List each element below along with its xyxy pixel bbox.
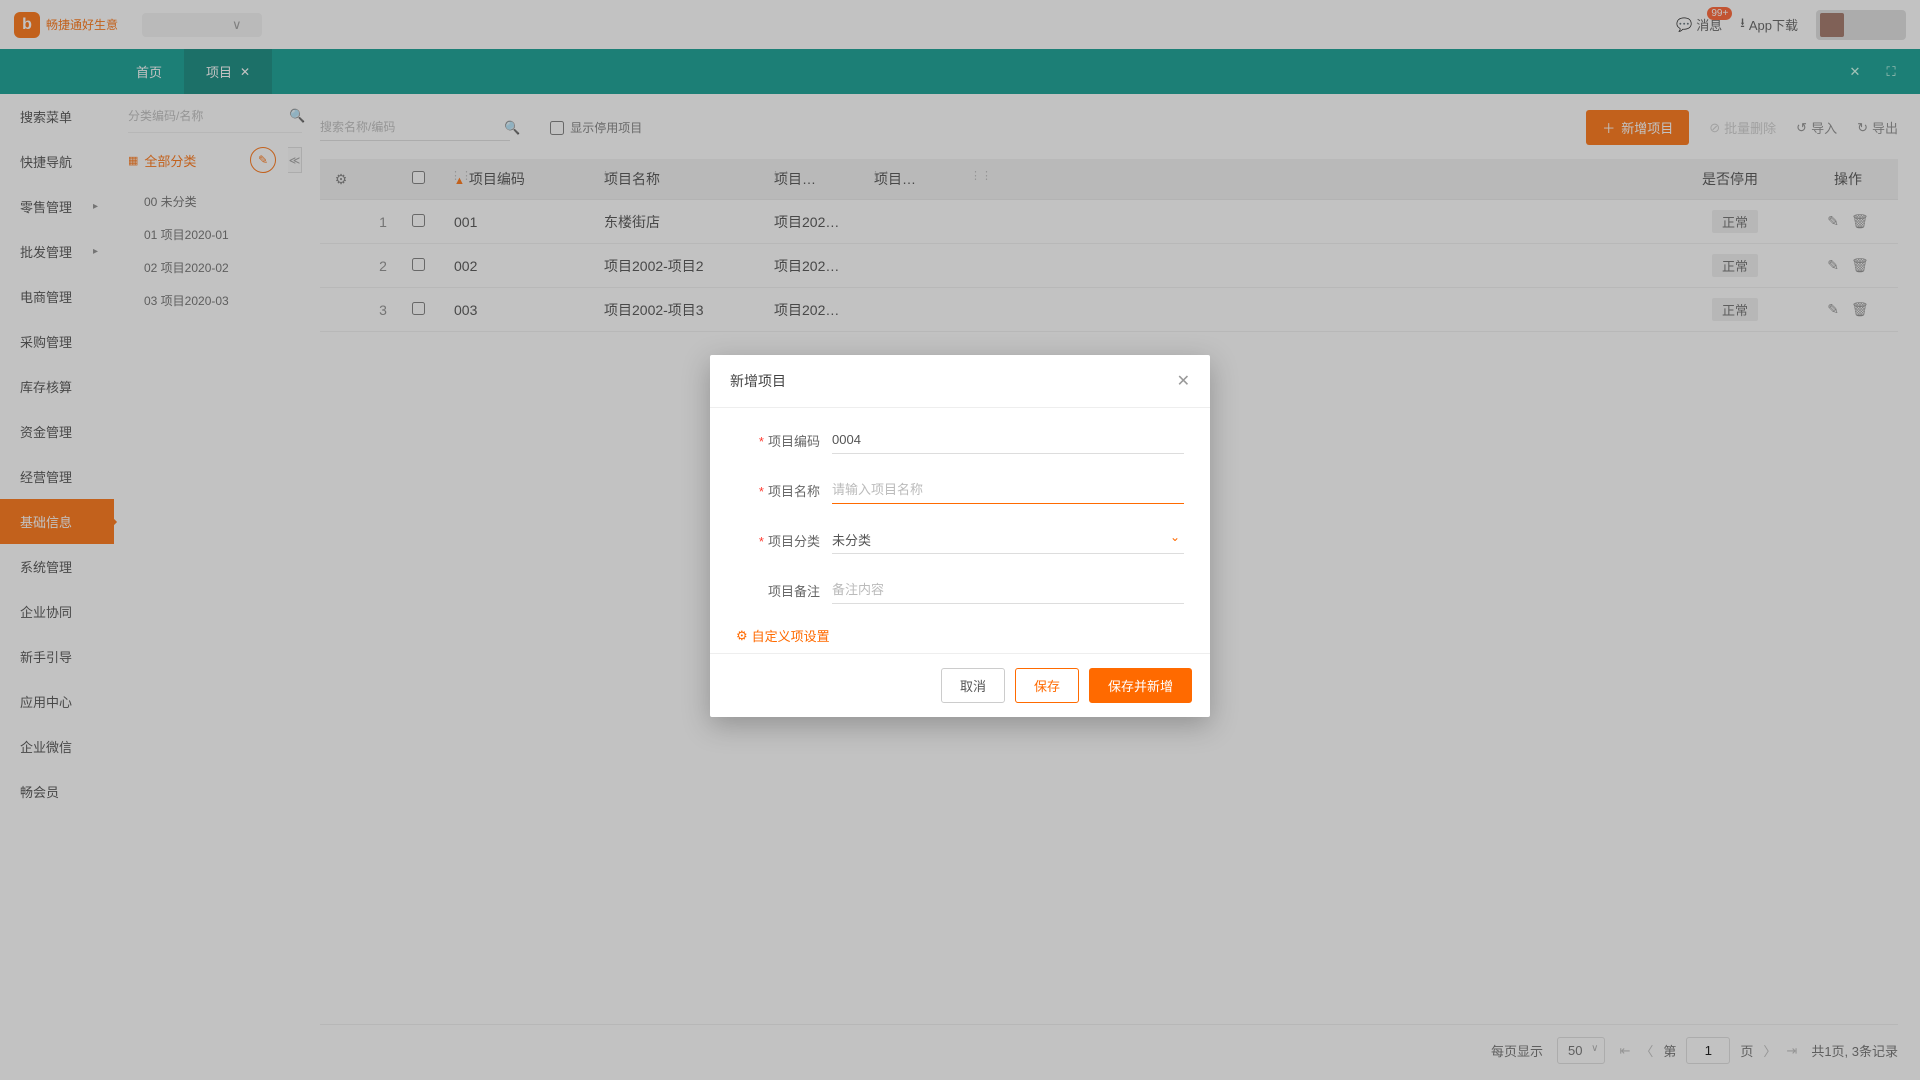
gear-icon: ⚙ [736,628,748,644]
field-code-input[interactable] [832,426,1184,454]
modal-overlay: 新增项目 ✕ *项目编码 *项目名称 *项目分类 ⌄ [0,0,1920,1080]
field-category-label: 项目分类 [768,534,820,549]
field-name-input[interactable] [832,476,1184,504]
field-code-label: 项目编码 [768,434,820,449]
chevron-down-icon: ⌄ [1170,530,1180,544]
custom-fields-link[interactable]: ⚙ 自定义项设置 [736,626,1184,645]
modal-close-button[interactable]: ✕ [1177,371,1190,391]
field-name-label: 项目名称 [768,484,820,499]
field-category-select[interactable] [832,526,1184,554]
save-and-add-button[interactable]: 保存并新增 [1089,668,1192,703]
cancel-button[interactable]: 取消 [941,668,1005,703]
modal-title: 新增项目 [730,371,786,391]
field-remark-input[interactable] [832,576,1184,604]
save-button[interactable]: 保存 [1015,668,1079,703]
field-remark-label: 项目备注 [768,584,820,599]
add-project-modal: 新增项目 ✕ *项目编码 *项目名称 *项目分类 ⌄ [710,355,1210,717]
